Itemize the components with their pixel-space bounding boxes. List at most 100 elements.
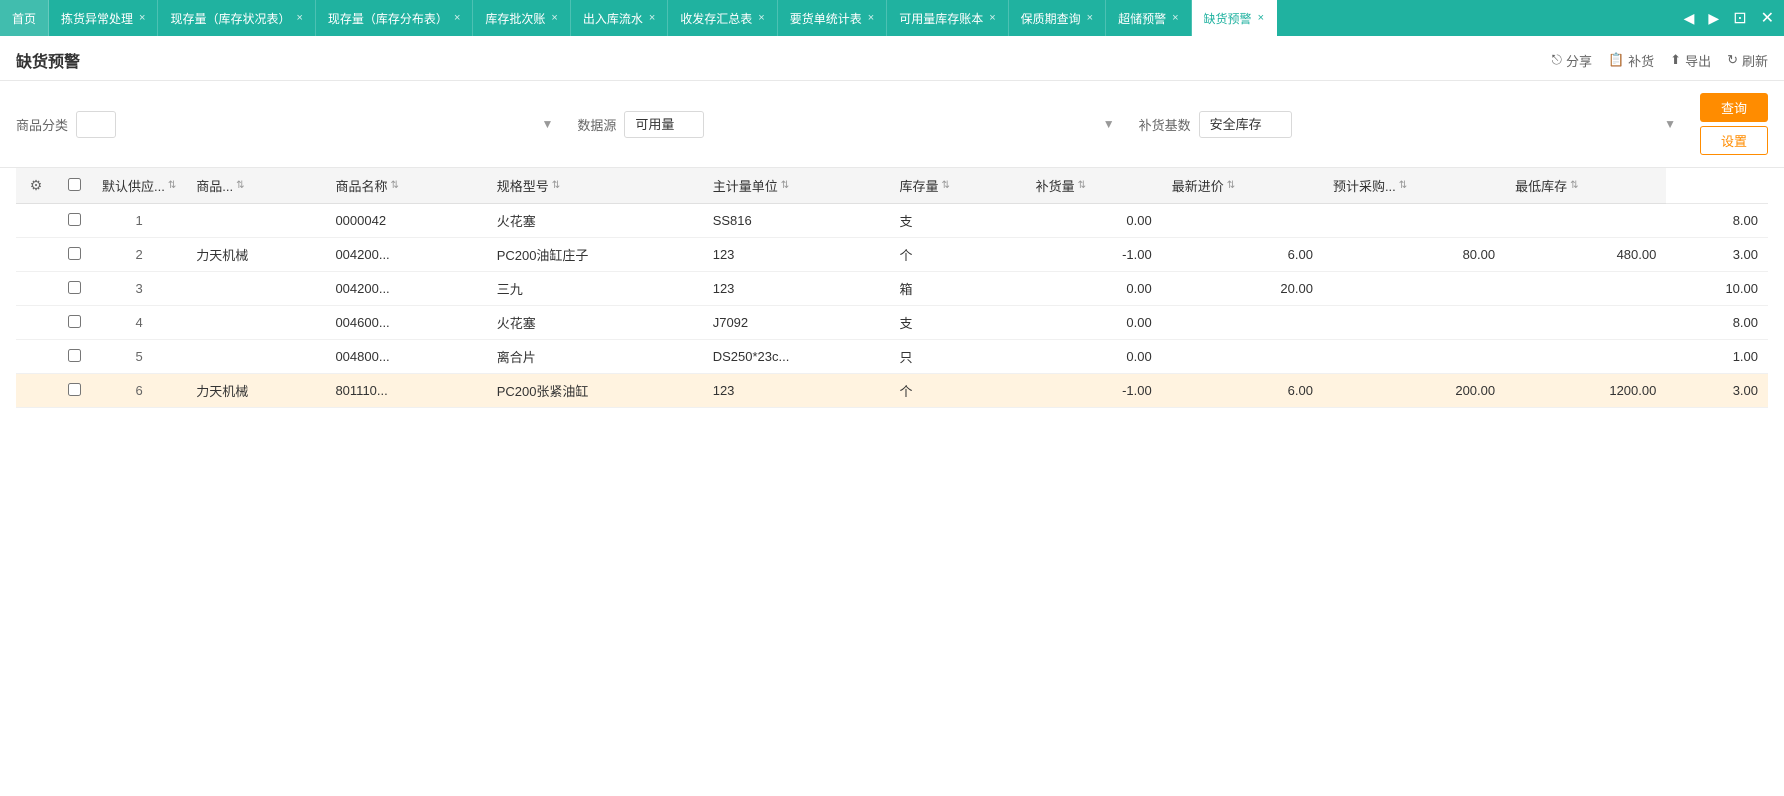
replenish-select-wrapper: 安全库存 最低库存 ▼ <box>1199 111 1684 138</box>
replenish-label: 补货基数 <box>1139 115 1191 134</box>
tab-next-btn[interactable]: ▶ <box>1702 8 1725 29</box>
row-est-purchase <box>1505 306 1666 340</box>
table-container: ⚙ 默认供应... ⇅ 商品... ⇅ <box>0 168 1784 408</box>
sort-supplier-icon[interactable]: ⇅ <box>168 180 176 191</box>
query-button[interactable]: 查询 <box>1700 93 1768 122</box>
row-checkbox[interactable] <box>68 349 81 362</box>
category-label: 商品分类 <box>16 115 68 134</box>
tab-shortage[interactable]: 缺货预警 × <box>1192 0 1277 36</box>
sort-spec-icon[interactable]: ⇅ <box>552 180 560 191</box>
tab-restore-btn[interactable]: ⊡ <box>1727 6 1752 30</box>
row-supplier <box>186 204 325 238</box>
tab-prev-btn[interactable]: ◀ <box>1678 8 1701 29</box>
tab-picking[interactable]: 拣货异常处理 × <box>49 0 158 36</box>
category-select[interactable] <box>76 111 116 138</box>
row-replenish: 6.00 <box>1162 238 1323 272</box>
row-latest-price <box>1323 340 1505 374</box>
tab-shortage-close[interactable]: × <box>1258 12 1264 24</box>
sort-name-icon[interactable]: ⇅ <box>390 180 398 191</box>
tab-summary-close[interactable]: × <box>758 12 764 24</box>
replenish-chevron-icon: ▼ <box>1664 117 1676 131</box>
tab-demand-close[interactable]: × <box>868 12 874 24</box>
sort-unit-icon[interactable]: ⇅ <box>781 180 789 191</box>
tab-expiry-close[interactable]: × <box>1087 12 1093 24</box>
table-row: 2力天机械004200...PC200油缸庄子123个-1.006.0080.0… <box>16 238 1768 272</box>
tab-picking-close[interactable]: × <box>139 12 145 24</box>
data-table: ⚙ 默认供应... ⇅ 商品... ⇅ <box>16 168 1768 408</box>
tab-overstock[interactable]: 超储预警 × <box>1106 0 1191 36</box>
th-name: 商品名称 ⇅ <box>325 168 486 204</box>
replenish-button[interactable]: 📋 补货 <box>1608 51 1654 70</box>
row-checkbox[interactable] <box>68 213 81 226</box>
tab-home[interactable]: 首页 <box>0 0 49 36</box>
export-button[interactable]: ⬆ 导出 <box>1670 51 1711 70</box>
row-latest-price <box>1323 272 1505 306</box>
row-min-stock: 10.00 <box>1666 272 1768 306</box>
share-button[interactable]: ⎋ 分享 <box>1552 51 1592 70</box>
row-name: PC200油缸庄子 <box>487 238 703 272</box>
sort-min-stock-icon[interactable]: ⇅ <box>1570 180 1578 191</box>
row-seq: 4 <box>92 306 186 340</box>
tab-available-ledger[interactable]: 可用量库存账本 × <box>887 0 1008 36</box>
th-checkbox <box>56 168 92 204</box>
row-unit: 个 <box>889 374 1025 408</box>
tab-batch-account-close[interactable]: × <box>551 12 557 24</box>
sort-replenish-icon[interactable]: ⇅ <box>1078 180 1086 191</box>
tab-inout-flow[interactable]: 出入库流水 × <box>571 0 668 36</box>
row-replenish: 6.00 <box>1162 374 1323 408</box>
sort-code-icon[interactable]: ⇅ <box>236 180 244 191</box>
row-checkbox[interactable] <box>68 281 81 294</box>
row-name: 火花塞 <box>487 306 703 340</box>
filter-actions: 查询 设置 <box>1700 93 1768 155</box>
row-seq: 1 <box>92 204 186 238</box>
row-unit: 支 <box>889 204 1025 238</box>
row-supplier <box>186 306 325 340</box>
share-icon: ⎋ <box>1552 52 1562 68</box>
refresh-icon: ↻ <box>1727 52 1738 68</box>
tab-expiry[interactable]: 保质期查询 × <box>1009 0 1106 36</box>
row-unit: 箱 <box>889 272 1025 306</box>
table-header-row: ⚙ 默认供应... ⇅ 商品... ⇅ <box>16 168 1768 204</box>
th-spec: 规格型号 ⇅ <box>487 168 703 204</box>
row-latest-price <box>1323 306 1505 340</box>
refresh-button[interactable]: ↻ 刷新 <box>1727 51 1768 70</box>
th-est-purchase: 预计采购... ⇅ <box>1323 168 1505 204</box>
select-all-checkbox[interactable] <box>68 178 81 191</box>
row-code: 004800... <box>325 340 486 374</box>
row-checkbox-cell <box>56 238 92 272</box>
tab-inventory-status[interactable]: 现存量（库存状况表） × <box>158 0 315 36</box>
tab-summary[interactable]: 收发存汇总表 × <box>668 0 777 36</box>
table-row: 10000042火花塞SS816支0.008.00 <box>16 204 1768 238</box>
tab-closeall-btn[interactable]: ✕ <box>1755 6 1780 30</box>
sort-est-purchase-icon[interactable]: ⇅ <box>1399 180 1407 191</box>
row-checkbox[interactable] <box>68 315 81 328</box>
row-checkbox[interactable] <box>68 383 81 396</box>
row-latest-price <box>1323 204 1505 238</box>
tab-demand[interactable]: 要货单统计表 × <box>778 0 887 36</box>
tab-inventory-dist-close[interactable]: × <box>454 12 460 24</box>
row-checkbox[interactable] <box>68 247 81 260</box>
settings-button[interactable]: 设置 <box>1700 126 1768 155</box>
row-seq: 6 <box>92 374 186 408</box>
tab-batch-account[interactable]: 库存批次账 × <box>473 0 570 36</box>
row-stock: 0.00 <box>1026 272 1162 306</box>
tab-inventory-dist[interactable]: 现存量（库存分布表） × <box>316 0 473 36</box>
tab-overstock-close[interactable]: × <box>1172 12 1178 24</box>
th-replenish: 补货量 ⇅ <box>1026 168 1162 204</box>
gear-settings-icon[interactable]: ⚙ <box>30 177 43 193</box>
datasource-select[interactable]: 可用量 库存量 <box>624 111 704 138</box>
row-replenish <box>1162 306 1323 340</box>
tab-inventory-status-close[interactable]: × <box>296 12 302 24</box>
row-spec: 123 <box>703 238 890 272</box>
datasource-label: 数据源 <box>577 115 616 134</box>
row-gear <box>16 238 56 272</box>
row-min-stock: 3.00 <box>1666 238 1768 272</box>
tab-inout-flow-close[interactable]: × <box>649 12 655 24</box>
table-row: 6力天机械801110...PC200张紧油缸123个-1.006.00200.… <box>16 374 1768 408</box>
tab-available-ledger-close[interactable]: × <box>989 12 995 24</box>
sort-latest-price-icon[interactable]: ⇅ <box>1227 180 1235 191</box>
tab-nav-buttons: ◀ ▶ ⊡ ✕ <box>1674 6 1784 30</box>
replenish-select[interactable]: 安全库存 最低库存 <box>1199 111 1292 138</box>
row-checkbox-cell <box>56 340 92 374</box>
sort-stock-icon[interactable]: ⇅ <box>942 180 950 191</box>
